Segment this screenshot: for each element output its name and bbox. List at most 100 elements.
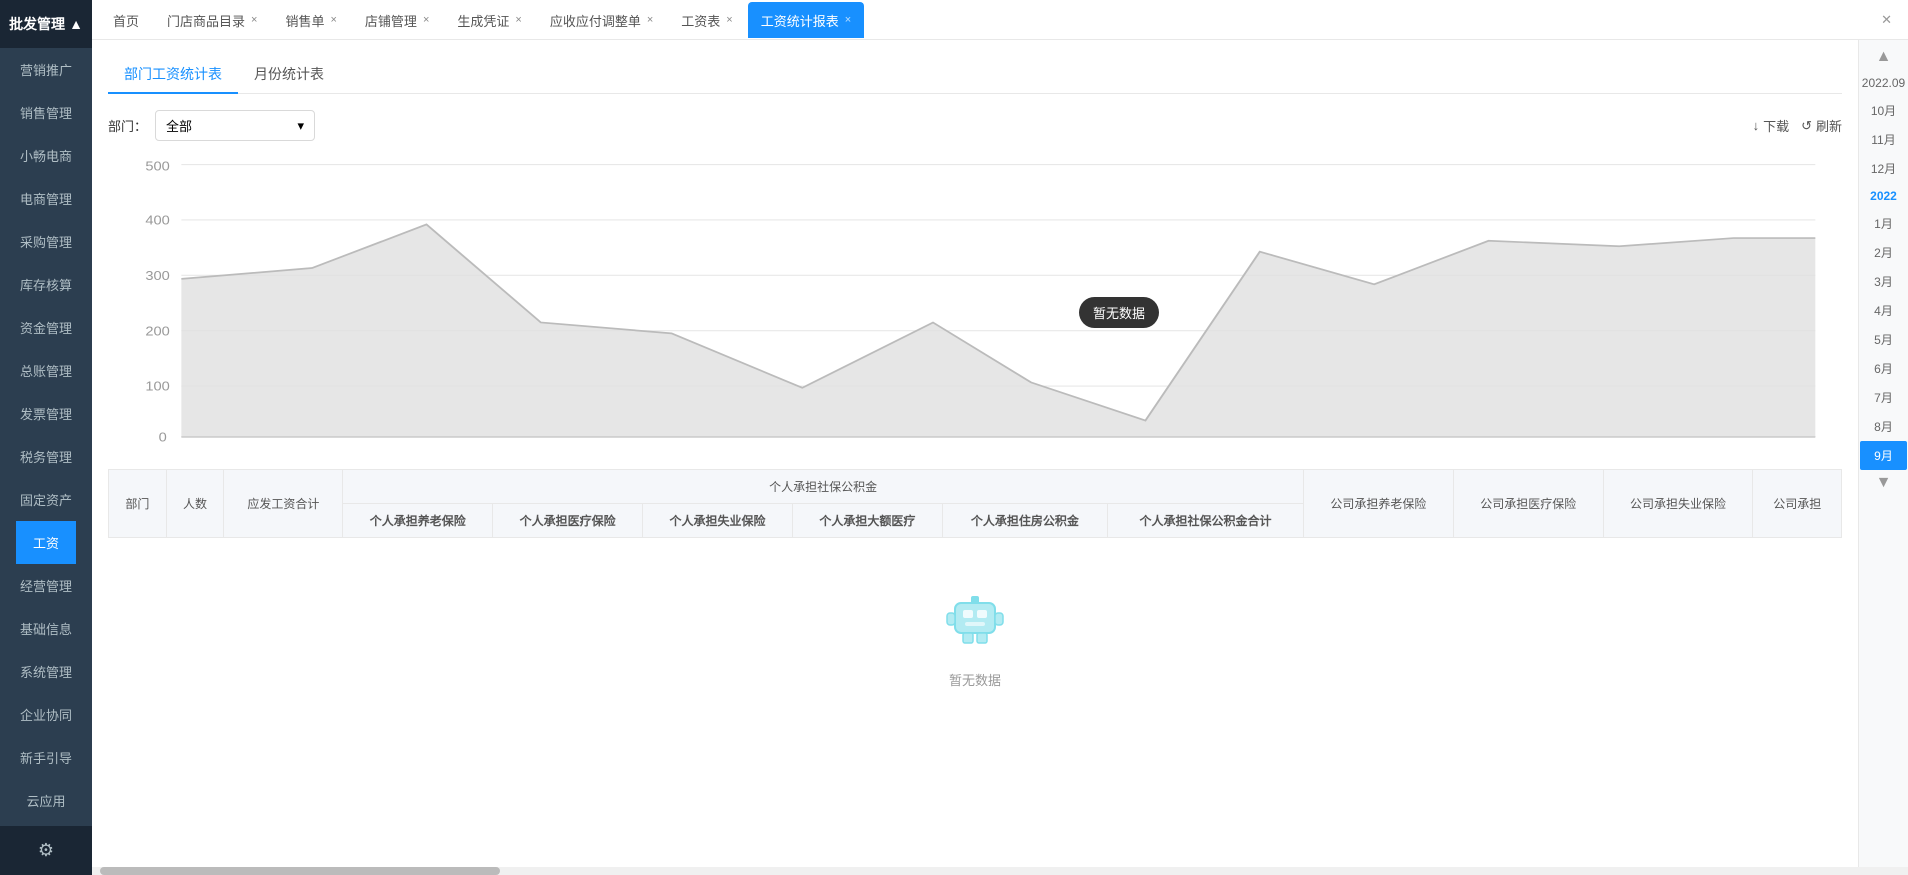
col-p-total: 个人承担社保公积金合计 xyxy=(1107,504,1303,538)
sidebar-title[interactable]: 批发管理 ▲ xyxy=(0,0,92,48)
sidebar-settings[interactable]: ⚙ xyxy=(0,826,92,875)
timeline-item-2022.09[interactable]: 2022.09 xyxy=(1860,70,1907,96)
sidebar-item-企业协同[interactable]: 企业协同 xyxy=(16,693,76,736)
sidebar-item-云应用[interactable]: 云应用 xyxy=(16,779,76,822)
page-content: 部门工资统计表月份统计表 部门： 全部 ▾ ↓ 下载 ↺ xyxy=(92,40,1858,867)
timeline-item-10月[interactable]: 10月 xyxy=(1860,96,1907,125)
tab-close-icon[interactable]: × xyxy=(423,14,429,26)
tab-close-icon[interactable]: × xyxy=(647,14,653,26)
tab-销售单[interactable]: 销售单× xyxy=(272,2,349,38)
toolbar-actions: ↓ 下载 ↺ 刷新 xyxy=(1753,116,1842,135)
sidebar-item-固定资产[interactable]: 固定资产 xyxy=(16,478,76,521)
sidebar-item-发票管理[interactable]: 发票管理 xyxy=(16,392,76,435)
main-area: 首页门店商品目录×销售单×店铺管理×生成凭证×应收应付调整单×工资表×工资统计报… xyxy=(92,0,1908,875)
sidebar-item-电商管理[interactable]: 电商管理 xyxy=(16,177,76,220)
timeline-item-11月[interactable]: 11月 xyxy=(1860,125,1907,154)
tab-close-icon[interactable]: × xyxy=(515,14,521,26)
tab-店铺管理[interactable]: 店铺管理× xyxy=(352,2,442,38)
timeline-item-3月[interactable]: 3月 xyxy=(1860,267,1907,296)
chart-container: 500 400 300 200 100 0 暂 xyxy=(108,153,1842,453)
timeline-items: 2022.0910月11月12月20221月2月3月4月5月6月7月8月9月 xyxy=(1860,70,1907,470)
timeline-item-2月[interactable]: 2月 xyxy=(1860,238,1907,267)
download-label: 下载 xyxy=(1763,116,1789,135)
sidebar-item-库存核算[interactable]: 库存核算 xyxy=(16,263,76,306)
col-p-big-medical: 个人承担大额医疗 xyxy=(792,504,942,538)
timeline-item-4月[interactable]: 4月 xyxy=(1860,296,1907,325)
col-p-housing: 个人承担住房公积金 xyxy=(942,504,1107,538)
timeline-item-7月[interactable]: 7月 xyxy=(1860,383,1907,412)
col-group-personal: 个人承担社保公积金 xyxy=(343,470,1304,504)
empty-icon xyxy=(935,578,1015,658)
content-area: 部门工资统计表月份统计表 部门： 全部 ▾ ↓ 下载 ↺ xyxy=(92,40,1908,867)
data-table: 部门 人数 应发工资合计 个人承担社保公积金 公司承担养老保险 公司承担医疗保险… xyxy=(108,469,1842,538)
timeline-item-1月[interactable]: 1月 xyxy=(1860,209,1907,238)
sidebar-item-经营管理[interactable]: 经营管理 xyxy=(16,564,76,607)
tab-生成凭证[interactable]: 生成凭证× xyxy=(444,2,534,38)
dept-value: 全部 xyxy=(166,116,192,135)
chart-svg: 500 400 300 200 100 0 xyxy=(108,153,1842,453)
col-p-pension: 个人承担养老保险 xyxy=(343,504,493,538)
timeline-item-9月[interactable]: 9月 xyxy=(1860,441,1907,470)
sidebar-title-text: 批发管理 xyxy=(9,14,65,34)
timeline-down-nav[interactable]: ▼ xyxy=(1872,470,1896,496)
sidebar-item-总账管理[interactable]: 总账管理 xyxy=(16,349,76,392)
tab-bar: 首页门店商品目录×销售单×店铺管理×生成凭证×应收应付调整单×工资表×工资统计报… xyxy=(92,0,1908,40)
settings-icon: ⚙ xyxy=(38,840,54,860)
download-icon: ↓ xyxy=(1753,118,1760,133)
svg-text:100: 100 xyxy=(145,380,170,394)
timeline-up-nav[interactable]: ▲ xyxy=(1872,44,1896,70)
tab-应收应付调整单[interactable]: 应收应付调整单× xyxy=(537,2,666,38)
sidebar-item-营销推广[interactable]: 营销推广 xyxy=(16,48,76,91)
empty-text: 暂无数据 xyxy=(949,670,1001,689)
timeline-item-2022[interactable]: 2022 xyxy=(1860,183,1907,209)
empty-state: 暂无数据 xyxy=(108,538,1842,729)
bottom-scrollbar-thumb xyxy=(100,867,500,875)
tab-首页[interactable]: 首页 xyxy=(100,2,152,38)
timeline-item-6月[interactable]: 6月 xyxy=(1860,354,1907,383)
dept-label: 部门： xyxy=(108,116,147,135)
sidebar-item-采购管理[interactable]: 采购管理 xyxy=(16,220,76,263)
dept-filter: 部门： 全部 ▾ xyxy=(108,110,315,141)
sidebar-item-资金管理[interactable]: 资金管理 xyxy=(16,306,76,349)
dept-select[interactable]: 全部 ▾ xyxy=(155,110,315,141)
sidebar-item-系统管理[interactable]: 系统管理 xyxy=(16,650,76,693)
refresh-button[interactable]: ↺ 刷新 xyxy=(1801,116,1842,135)
sidebar-item-基础信息[interactable]: 基础信息 xyxy=(16,607,76,650)
col-p-unemploy: 个人承担失业保险 xyxy=(643,504,793,538)
col-count: 人数 xyxy=(166,470,224,538)
tab-close-icon[interactable]: × xyxy=(330,14,336,26)
tab-工资表[interactable]: 工资表× xyxy=(668,2,745,38)
sidebar-item-新手引导[interactable]: 新手引导 xyxy=(16,736,76,779)
col-company-other: 公司承担 xyxy=(1753,470,1842,538)
sidebar-item-税务管理[interactable]: 税务管理 xyxy=(16,435,76,478)
bottom-scrollbar[interactable] xyxy=(92,867,1908,875)
sub-tabs: 部门工资统计表月份统计表 xyxy=(108,56,1842,94)
tab-close-icon[interactable]: × xyxy=(726,14,732,26)
sidebar-item-销售管理[interactable]: 销售管理 xyxy=(16,91,76,134)
close-all-icon: ✕ xyxy=(1881,12,1892,28)
sidebar-item-工资[interactable]: 工资 xyxy=(16,521,76,564)
col-company-unemploy: 公司承担失业保险 xyxy=(1603,470,1753,538)
svg-text:200: 200 xyxy=(145,324,170,338)
tab-list: 首页门店商品目录×销售单×店铺管理×生成凭证×应收应付调整单×工资表×工资统计报… xyxy=(100,2,864,38)
sub-tab-部门工资统计表[interactable]: 部门工资统计表 xyxy=(108,56,238,94)
svg-text:300: 300 xyxy=(145,269,170,283)
tab-close-icon[interactable]: × xyxy=(251,14,257,26)
timeline-item-5月[interactable]: 5月 xyxy=(1860,325,1907,354)
toolbar: 部门： 全部 ▾ ↓ 下载 ↺ 刷新 xyxy=(108,110,1842,141)
sidebar-items-container: 营销推广销售管理小畅电商电商管理采购管理库存核算资金管理总账管理发票管理税务管理… xyxy=(16,48,76,822)
svg-text:0: 0 xyxy=(159,430,168,444)
download-button[interactable]: ↓ 下载 xyxy=(1753,116,1790,135)
close-all-button[interactable]: ✕ xyxy=(1873,8,1900,32)
tab-门店商品目录[interactable]: 门店商品目录× xyxy=(154,2,270,38)
svg-text:400: 400 xyxy=(145,213,170,227)
timeline-item-8月[interactable]: 8月 xyxy=(1860,412,1907,441)
sidebar: 批发管理 ▲ 营销推广销售管理小畅电商电商管理采购管理库存核算资金管理总账管理发… xyxy=(0,0,92,875)
sub-tab-月份统计表[interactable]: 月份统计表 xyxy=(238,56,340,94)
refresh-label: 刷新 xyxy=(1816,116,1842,135)
timeline-item-12月[interactable]: 12月 xyxy=(1860,154,1907,183)
sidebar-item-小畅电商[interactable]: 小畅电商 xyxy=(16,134,76,177)
svg-text:500: 500 xyxy=(145,159,170,173)
tab-工资统计报表[interactable]: 工资统计报表× xyxy=(748,2,864,38)
tab-close-icon[interactable]: × xyxy=(845,14,851,26)
